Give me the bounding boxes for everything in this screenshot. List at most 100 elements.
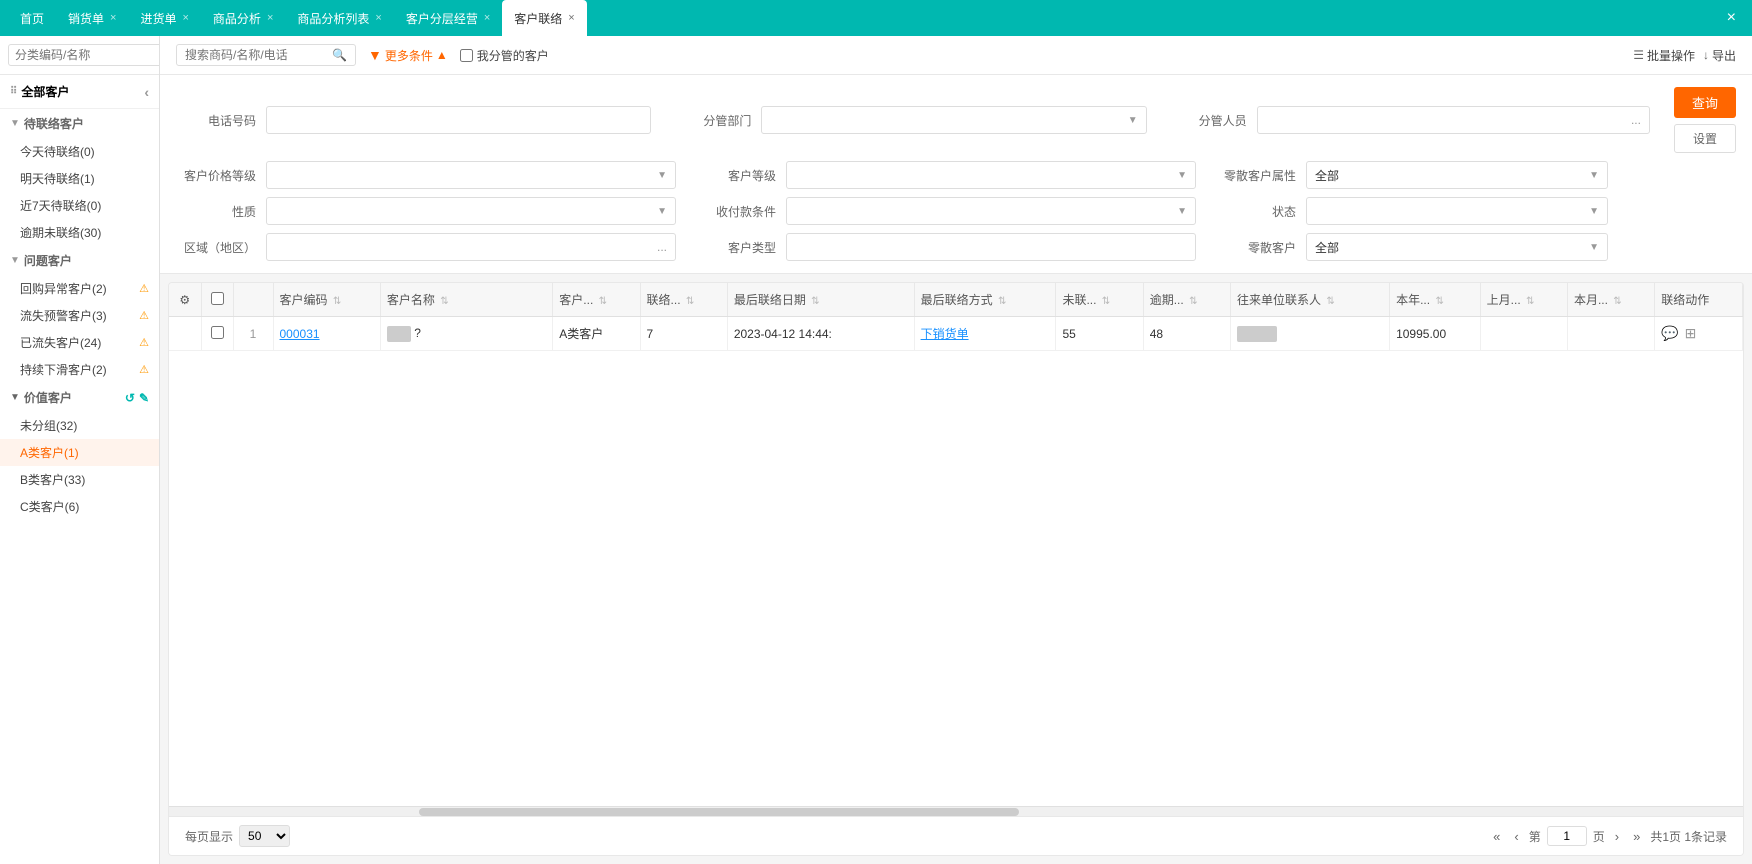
batch-operation-label: 批量操作: [1647, 47, 1695, 64]
filter-region-input[interactable]: ...: [266, 233, 676, 261]
filter-retail-select[interactable]: 全部 ▼: [1306, 233, 1608, 261]
sidebar-group-value[interactable]: ▼ 价值客户 ↺ ✎: [0, 383, 159, 412]
filter-more-button[interactable]: ▼ 更多条件 ▲: [368, 47, 448, 64]
sidebar-item-overdue-contact[interactable]: 逾期未联络(30): [0, 219, 159, 246]
table-col-last-contact-date-sort[interactable]: ⇅: [811, 296, 819, 307]
sidebar-group-problem[interactable]: ▼ 问题客户: [0, 246, 159, 275]
filter-manager-input[interactable]: ...: [1257, 106, 1650, 134]
page-number-input[interactable]: [1547, 826, 1587, 846]
filter-retail: 零散客户 全部 ▼: [1216, 233, 1736, 261]
sidebar-item-tomorrow-pending[interactable]: 明天待联络(1): [0, 165, 159, 192]
sidebar-item-ungrouped[interactable]: 未分组(32): [0, 412, 159, 439]
sidebar-group-pending-label: 待联络客户: [24, 115, 84, 132]
filter-retail-attr: 零散客户属性 全部 ▼: [1216, 161, 1736, 189]
table-select-all-checkbox[interactable]: [211, 292, 224, 305]
table-col-contact-count-sort[interactable]: ⇅: [686, 296, 694, 307]
sidebar-item-declining[interactable]: 持续下滑客户(2) ⚠: [0, 356, 159, 383]
filter-manager-dots[interactable]: ...: [1631, 113, 1641, 127]
table-col-name-sort[interactable]: ⇅: [440, 296, 448, 307]
filter-search-icon[interactable]: 🔍: [332, 48, 347, 62]
filter-status-select[interactable]: ▼: [1306, 197, 1608, 225]
filter-customer-level-select[interactable]: ▼: [786, 161, 1196, 189]
sidebar-search-input[interactable]: [8, 44, 160, 66]
sidebar-group-pending[interactable]: ▼ 待联络客户: [0, 109, 159, 138]
row-checkbox[interactable]: [211, 326, 224, 339]
nav-goods-list[interactable]: 商品分析列表 ×: [285, 0, 393, 36]
nav-home[interactable]: 首页: [8, 0, 56, 36]
window-close-button[interactable]: ×: [1719, 9, 1744, 27]
prev-page-button[interactable]: ‹: [1510, 827, 1522, 846]
sidebar-item-class-a[interactable]: A类客户(1): [0, 439, 159, 466]
table-col-overdue-sort[interactable]: ⇅: [1189, 296, 1197, 307]
export-label: 导出: [1712, 47, 1736, 64]
table-scroll-area[interactable]: ⚙ 客户编码 ⇅ 客户名称: [169, 283, 1743, 806]
nav-purchase[interactable]: 进货单 ×: [128, 0, 200, 36]
filter-status-arrow: ▼: [1589, 206, 1599, 217]
filter-nature-select[interactable]: ▼: [266, 197, 676, 225]
sidebar-group-value-actions: ↺ ✎: [125, 391, 149, 405]
row-overdue-days: 48: [1150, 327, 1163, 341]
nav-goods-analysis[interactable]: 商品分析 ×: [201, 0, 285, 36]
sidebar-item-churn-warning[interactable]: 流失预警客户(3) ⚠: [0, 302, 159, 329]
table-body: 1 000031 ? A类客户: [169, 317, 1743, 351]
sidebar-item-today-pending[interactable]: 今天待联络(0): [0, 138, 159, 165]
nav-sales[interactable]: 销货单 ×: [56, 0, 128, 36]
sidebar-item-lost-customers[interactable]: 已流失客户(24) ⚠: [0, 329, 159, 356]
table-col-last-month-sort[interactable]: ⇅: [1526, 296, 1534, 307]
sidebar-item-class-b[interactable]: B类客户(33): [0, 466, 159, 493]
nav-customer-contact[interactable]: 客户联络 ×: [502, 0, 586, 36]
last-page-button[interactable]: »: [1629, 827, 1644, 846]
filter-region-dots[interactable]: ...: [657, 240, 667, 254]
filter-dept-select[interactable]: ▼: [761, 106, 1146, 134]
nav-customer-contact-close[interactable]: ×: [568, 12, 574, 24]
nav-purchase-label: 进货单: [140, 10, 176, 27]
settings-button[interactable]: 设置: [1674, 124, 1736, 153]
table-col-type-sort[interactable]: ⇅: [599, 296, 607, 307]
table-col-contact-person-sort[interactable]: ⇅: [1326, 296, 1334, 307]
gear-icon[interactable]: ⚙: [179, 293, 190, 307]
first-page-button[interactable]: «: [1489, 827, 1504, 846]
sidebar-all-customers[interactable]: ⠿ 全部客户 ‹: [0, 75, 159, 109]
sidebar-item-class-c[interactable]: C类客户(6): [0, 493, 159, 520]
row-action-qr-icon[interactable]: ⊞: [1685, 325, 1697, 342]
nav-purchase-close[interactable]: ×: [182, 12, 188, 24]
row-code[interactable]: 000031: [280, 327, 320, 341]
my-customers-checkbox[interactable]: [460, 49, 473, 62]
table-col-code-sort[interactable]: ⇅: [333, 296, 341, 307]
filter-phone-input[interactable]: [266, 106, 651, 134]
batch-operation-button[interactable]: ☰ 批量操作: [1633, 47, 1695, 64]
horizontal-scrollbar-thumb[interactable]: [419, 808, 1019, 816]
page-size-select[interactable]: 50 100 200: [239, 825, 290, 847]
table-col-not-contact-sort[interactable]: ⇅: [1102, 296, 1110, 307]
filter-payment-select[interactable]: ▼: [786, 197, 1196, 225]
table-col-last-contact-method-sort[interactable]: ⇅: [998, 296, 1006, 307]
row-action-message-icon[interactable]: 💬: [1661, 325, 1678, 342]
sidebar-group-pending-arrow: ▼: [10, 118, 20, 129]
nav-goods-list-close[interactable]: ×: [375, 12, 381, 24]
nav-sales-close[interactable]: ×: [110, 12, 116, 24]
row-last-contact-method[interactable]: 下销货单: [921, 327, 969, 341]
filter-retail-attr-select[interactable]: 全部 ▼: [1306, 161, 1608, 189]
my-customers-filter[interactable]: 我分管的客户: [460, 47, 549, 64]
table-col-overdue: 逾期... ⇅: [1143, 283, 1230, 317]
filter-price-level-select[interactable]: ▼: [266, 161, 676, 189]
export-button[interactable]: ↓ 导出: [1703, 47, 1736, 64]
filter-customer-type-input[interactable]: [786, 233, 1196, 261]
table-cell-contact-count: 7: [640, 317, 727, 351]
next-page-button[interactable]: ›: [1611, 827, 1623, 846]
page-label: 第: [1529, 828, 1541, 845]
sidebar-group-value-refresh-icon[interactable]: ↺: [125, 391, 135, 405]
table-col-this-month-sort[interactable]: ⇅: [1613, 296, 1621, 307]
nav-goods-analysis-close[interactable]: ×: [267, 12, 273, 24]
query-settings-col: 查询 设置: [1662, 87, 1736, 153]
table-col-this-year-sort[interactable]: ⇅: [1435, 296, 1443, 307]
sidebar-item-7days-pending[interactable]: 近7天待联络(0): [0, 192, 159, 219]
horizontal-scrollbar-track[interactable]: [169, 806, 1743, 816]
nav-customer-segment[interactable]: 客户分层经营 ×: [394, 0, 502, 36]
sidebar-collapse-icon[interactable]: ‹: [144, 84, 149, 100]
nav-customer-segment-close[interactable]: ×: [484, 12, 490, 24]
sidebar-group-value-edit-icon[interactable]: ✎: [139, 391, 149, 405]
sidebar-item-repurchase-abnormal[interactable]: 回购异常客户(2) ⚠: [0, 275, 159, 302]
query-button[interactable]: 查询: [1674, 87, 1736, 118]
filter-search-input[interactable]: [185, 48, 332, 62]
